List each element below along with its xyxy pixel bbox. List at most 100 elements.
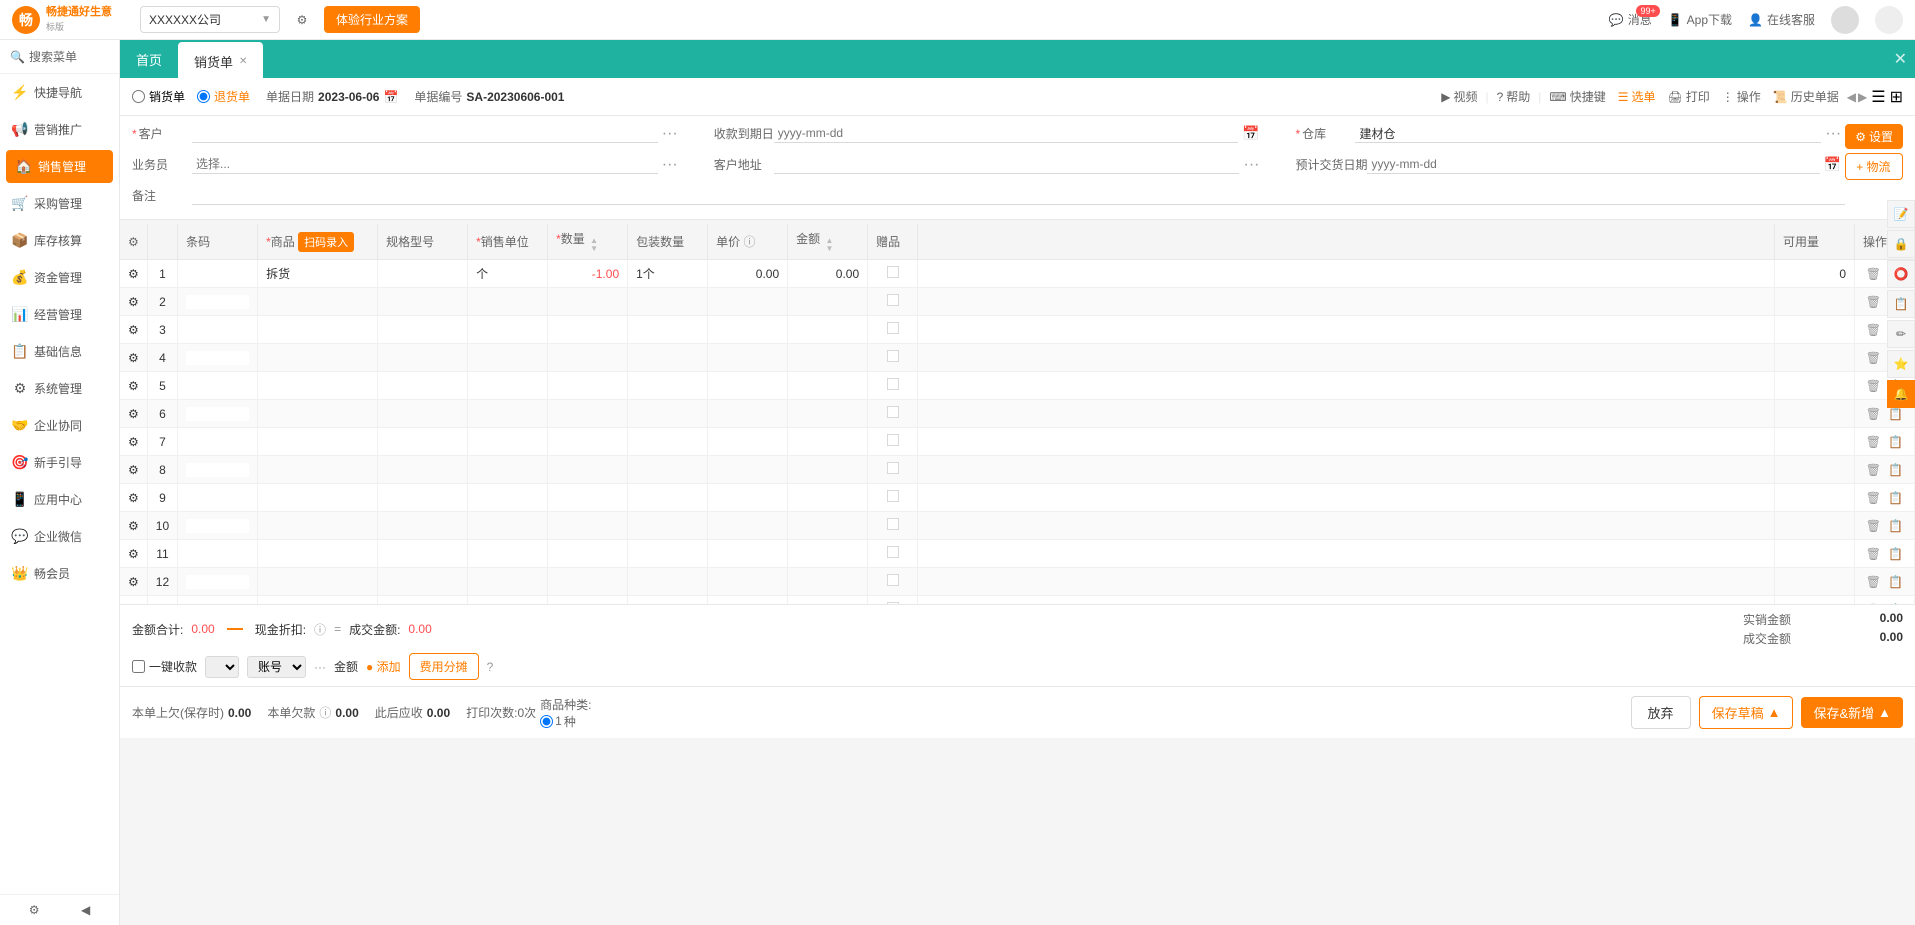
- row-unit-price[interactable]: [708, 512, 788, 540]
- row-unit[interactable]: [468, 316, 548, 344]
- delete-icon[interactable]: 🗑: [1866, 407, 1881, 421]
- row-product[interactable]: [258, 596, 378, 605]
- row-product[interactable]: [258, 568, 378, 596]
- settings-button[interactable]: ⚙ 设置: [1845, 124, 1903, 149]
- row-spec[interactable]: [378, 456, 468, 484]
- row-product[interactable]: [258, 456, 378, 484]
- gift-checkbox[interactable]: [887, 518, 899, 530]
- row-gift[interactable]: [868, 512, 918, 540]
- radio-return[interactable]: 退货单: [197, 88, 250, 105]
- gift-checkbox[interactable]: [887, 406, 899, 418]
- copy-icon[interactable]: 📋: [1888, 463, 1903, 477]
- row-unit-price[interactable]: [708, 288, 788, 316]
- float-btn-6[interactable]: ⭐: [1887, 350, 1915, 378]
- salesperson-expand-icon[interactable]: ···: [658, 156, 682, 174]
- row-amount[interactable]: 0.00: [788, 260, 868, 288]
- account-select[interactable]: 账号: [247, 656, 306, 678]
- row-barcode[interactable]: [178, 288, 258, 316]
- row-quantity[interactable]: [548, 484, 628, 512]
- delete-icon[interactable]: 🗑: [1866, 295, 1881, 309]
- help-btn[interactable]: ? 帮助: [1493, 86, 1535, 107]
- row-gift[interactable]: [868, 372, 918, 400]
- row-settings[interactable]: ⚙: [120, 568, 147, 596]
- product-type-radio[interactable]: [540, 715, 553, 728]
- avatar[interactable]: [1831, 6, 1859, 34]
- delete-icon[interactable]: 🗑: [1866, 547, 1881, 561]
- row-amount[interactable]: [788, 428, 868, 456]
- sidebar-item-member[interactable]: 👑 畅会员: [0, 555, 119, 592]
- delete-icon[interactable]: 🗑: [1866, 435, 1881, 449]
- one-click-payment-checkbox[interactable]: 一键收款: [132, 658, 197, 675]
- row-spec[interactable]: [378, 512, 468, 540]
- sidebar-item-purchase[interactable]: 🛒 采购管理: [0, 185, 119, 222]
- row-unit[interactable]: [468, 372, 548, 400]
- row-amount[interactable]: [788, 344, 868, 372]
- float-btn-2[interactable]: 🔒: [1887, 230, 1915, 258]
- tab-home[interactable]: 首页: [120, 40, 178, 78]
- row-gift[interactable]: [868, 596, 918, 605]
- row-gift[interactable]: [868, 484, 918, 512]
- row-unit[interactable]: [468, 428, 548, 456]
- settlement-method-select[interactable]: [205, 656, 239, 678]
- sidebar-item-operation[interactable]: 📊 经营管理: [0, 296, 119, 333]
- float-btn-4[interactable]: 📋: [1887, 290, 1915, 318]
- gift-checkbox[interactable]: [887, 322, 899, 334]
- row-unit[interactable]: [468, 456, 548, 484]
- row-settings[interactable]: ⚙: [120, 400, 147, 428]
- copy-icon[interactable]: 📋: [1888, 407, 1903, 421]
- sidebar-item-appstore[interactable]: 📱 应用中心: [0, 481, 119, 518]
- row-amount[interactable]: [788, 372, 868, 400]
- row-quantity[interactable]: [548, 344, 628, 372]
- gift-checkbox[interactable]: [887, 546, 899, 558]
- notes-input[interactable]: [192, 186, 1845, 205]
- row-barcode[interactable]: [178, 260, 258, 288]
- row-unit[interactable]: [468, 484, 548, 512]
- sidebar-item-system[interactable]: ⚙ 系统管理: [0, 370, 119, 407]
- sidebar-item-marketing[interactable]: 📢 营销推广: [0, 111, 119, 148]
- row-barcode[interactable]: [178, 540, 258, 568]
- row-amount[interactable]: [788, 288, 868, 316]
- due-date-calendar-icon[interactable]: 📅: [1238, 125, 1263, 142]
- app-download-button[interactable]: 📱 App下载: [1668, 11, 1732, 28]
- operate-btn[interactable]: ⋮ 操作: [1718, 86, 1765, 107]
- copy-icon[interactable]: 📋: [1888, 547, 1903, 561]
- delete-icon[interactable]: 🗑: [1866, 323, 1881, 337]
- salesperson-input[interactable]: [192, 155, 658, 174]
- row-gift[interactable]: [868, 344, 918, 372]
- row-amount[interactable]: [788, 484, 868, 512]
- radio-return-input[interactable]: [197, 90, 210, 103]
- view-list-icon[interactable]: ☰: [1871, 87, 1885, 107]
- customer-expand-icon[interactable]: ···: [658, 125, 682, 143]
- row-gift[interactable]: [868, 540, 918, 568]
- one-click-payment-input[interactable]: [132, 660, 145, 673]
- copy-icon[interactable]: 📋: [1888, 491, 1903, 505]
- top-settings-button[interactable]: ⚙: [288, 6, 316, 34]
- expected-delivery-calendar-icon[interactable]: 📅: [1820, 156, 1845, 173]
- row-settings[interactable]: ⚙: [120, 540, 147, 568]
- row-quantity[interactable]: [548, 512, 628, 540]
- row-quantity[interactable]: [548, 596, 628, 605]
- calendar-icon[interactable]: 📅: [383, 90, 398, 104]
- row-unit-price[interactable]: [708, 568, 788, 596]
- row-product[interactable]: [258, 344, 378, 372]
- view-grid-icon[interactable]: ⊞: [1890, 87, 1903, 107]
- row-quantity[interactable]: [548, 428, 628, 456]
- row-product[interactable]: [258, 316, 378, 344]
- scan-button[interactable]: 扫码录入: [298, 232, 354, 252]
- tab-sales-order[interactable]: 销货单 ✕: [178, 42, 263, 80]
- expense-split-button[interactable]: 费用分摊: [409, 653, 479, 680]
- gift-checkbox[interactable]: [887, 294, 899, 306]
- row-settings[interactable]: ⚙: [120, 260, 147, 288]
- prev-arrow[interactable]: ◀: [1847, 90, 1856, 104]
- sidebar-item-quick-nav[interactable]: ⚡ 快捷导航: [0, 74, 119, 111]
- float-btn-orange[interactable]: 🔔: [1887, 380, 1915, 408]
- sidebar-item-enterprise[interactable]: 🤝 企业协同: [0, 407, 119, 444]
- row-amount[interactable]: [788, 512, 868, 540]
- row-unit-price[interactable]: [708, 344, 788, 372]
- row-quantity[interactable]: [548, 400, 628, 428]
- row-barcode[interactable]: [178, 344, 258, 372]
- print-btn[interactable]: 🖨 打印: [1664, 86, 1714, 107]
- copy-icon[interactable]: 📋: [1888, 519, 1903, 533]
- delete-icon[interactable]: 🗑: [1866, 575, 1881, 589]
- row-unit-price[interactable]: [708, 372, 788, 400]
